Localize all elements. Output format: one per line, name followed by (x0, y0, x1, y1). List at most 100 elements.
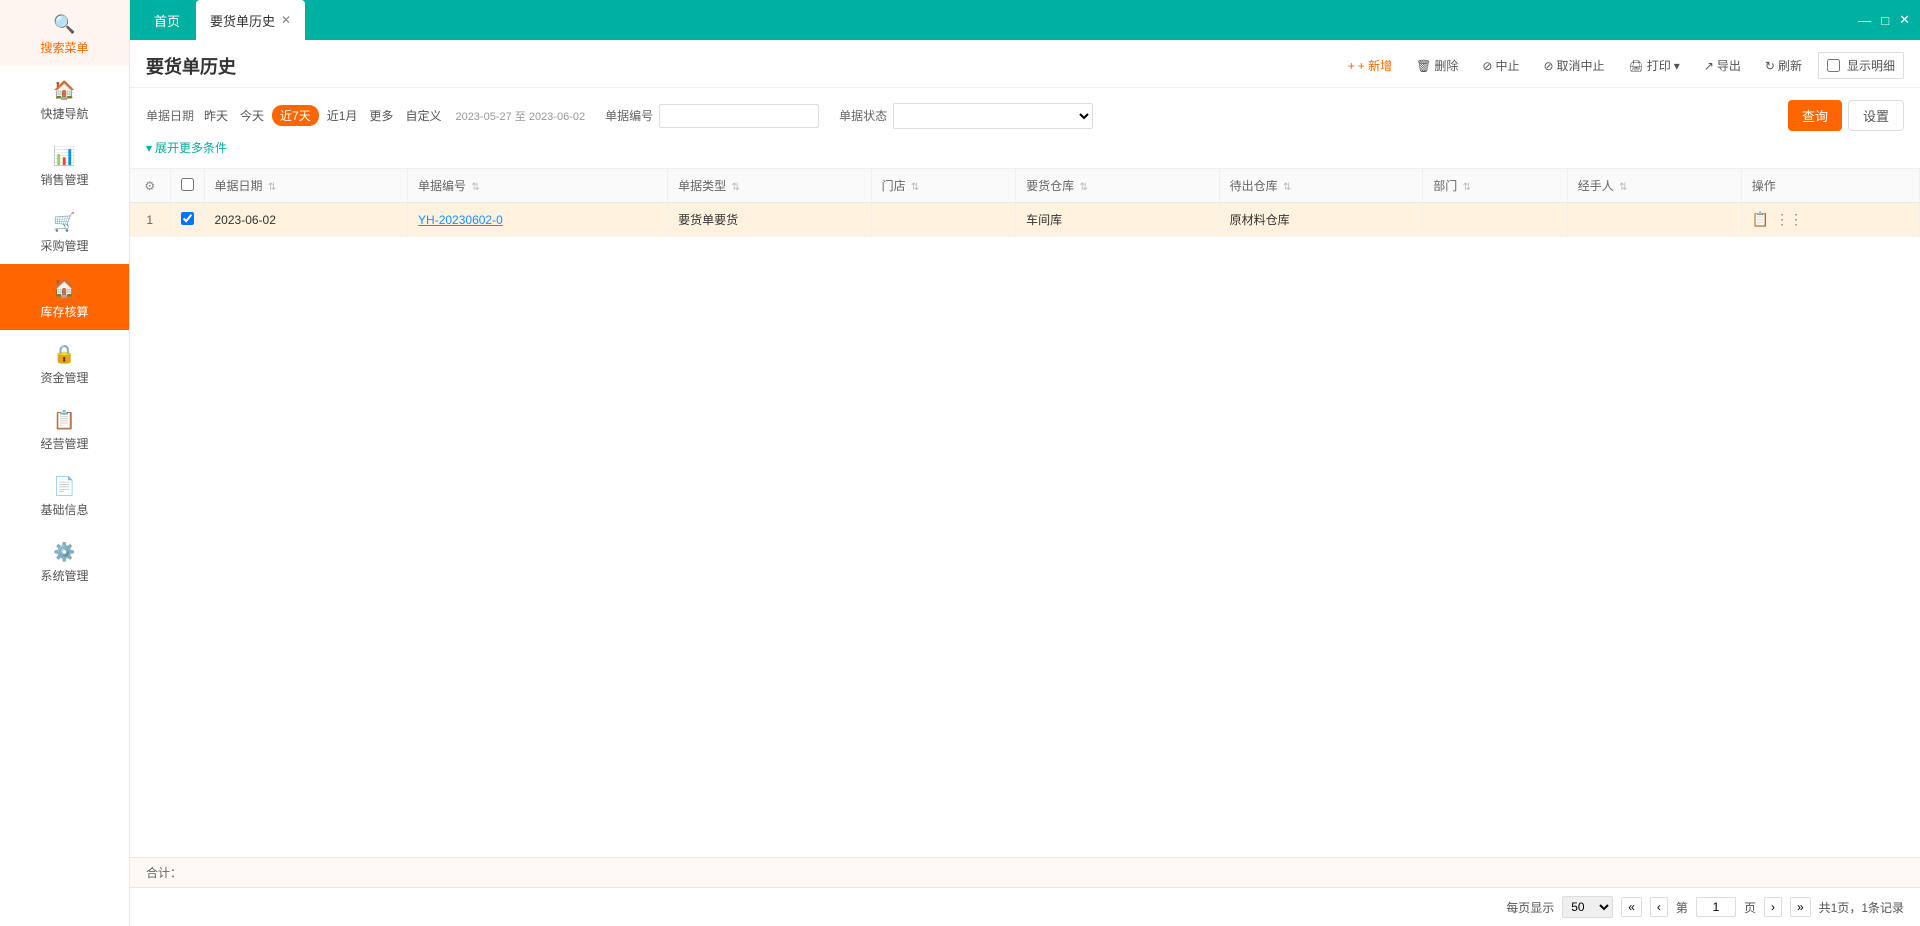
row-handler (1567, 203, 1741, 237)
delete-icon: 🗑 (1416, 59, 1431, 73)
tab-home[interactable]: 首页 (140, 0, 194, 40)
prev-page-btn[interactable]: ‹ (1650, 897, 1668, 917)
header-row: ⚙ 单据日期 ⇅ 单据编号 ⇅ (130, 169, 1920, 203)
page-suffix: 页 (1744, 899, 1756, 916)
window-maximize-btn[interactable]: □ (1881, 13, 1889, 28)
next-page-btn[interactable]: › (1764, 897, 1782, 917)
toolbar: + + 新增 🗑 删除 ⊘ 中止 ⊘ 取消中止 (1340, 52, 1904, 79)
display-detail-button[interactable]: 显示明细 (1818, 52, 1904, 79)
per-page-label: 每页显示 (1506, 899, 1554, 916)
sidebar-label-search: 搜索菜单 (40, 39, 88, 56)
doc-no-link[interactable]: YH-20230602-0 (418, 213, 503, 227)
sort-doc-no-icon[interactable]: ⇅ (471, 182, 479, 193)
stop-button[interactable]: ⊘ 中止 (1474, 53, 1527, 78)
tab-requisition-history[interactable]: 要货单历史 ✕ (196, 0, 305, 40)
export-button[interactable]: ↗ 导出 (1696, 53, 1749, 78)
select-all-checkbox[interactable] (181, 178, 194, 191)
row-req-warehouse: 车间库 (1016, 203, 1220, 237)
sort-department-icon[interactable]: ⇅ (1463, 182, 1471, 193)
inventory-icon: 🏠 (53, 278, 75, 299)
page-number-input[interactable] (1696, 897, 1736, 917)
shortcut-more[interactable]: 更多 (365, 105, 397, 126)
expand-filter-btn[interactable]: ▾ 展开更多条件 (146, 139, 1904, 156)
sidebar-label-system: 系统管理 (40, 567, 88, 584)
date-filter: 单据日期 昨天 今天 近7天 近1月 更多 自定义 2023-05-27 至 2… (146, 105, 585, 126)
query-button[interactable]: 查询 (1788, 100, 1842, 131)
first-page-btn[interactable]: « (1621, 897, 1642, 917)
settings-button[interactable]: 设置 (1848, 100, 1904, 131)
col-doc-no: 单据编号 ⇅ (408, 169, 668, 203)
sort-doc-type-icon[interactable]: ⇅ (731, 182, 739, 193)
sidebar-label-quick-nav: 快捷导航 (40, 105, 88, 122)
display-detail-checkbox[interactable] (1827, 59, 1840, 72)
sidebar-item-search[interactable]: 🔍 搜索菜单 (0, 0, 129, 66)
sidebar-label-operations: 经营管理 (40, 435, 88, 452)
date-shortcuts: 昨天 今天 近7天 近1月 更多 自定义 (200, 105, 445, 126)
topbar: 首页 要货单历史 ✕ — □ ✕ (130, 0, 1920, 40)
status-label: 单据状态 (839, 107, 887, 124)
row-date: 2023-06-02 (204, 203, 408, 237)
sort-store-icon[interactable]: ⇅ (911, 182, 919, 193)
print-button[interactable]: 🖨 打印 ▾ (1621, 53, 1688, 78)
page-content: 要货单历史 + + 新增 🗑 删除 ⊘ 中止 ⊘ (130, 40, 1920, 926)
last-page-btn[interactable]: » (1790, 897, 1811, 917)
sidebar-item-purchase[interactable]: 🛒 采购管理 (0, 198, 129, 264)
status-select[interactable] (893, 103, 1093, 129)
tab-close-icon[interactable]: ✕ (281, 13, 291, 27)
sidebar-item-finance[interactable]: 🔒 资金管理 (0, 330, 129, 396)
total-label: 合计： (146, 866, 182, 880)
sort-date-icon[interactable]: ⇅ (268, 182, 276, 193)
shortcut-yesterday[interactable]: 昨天 (200, 105, 232, 126)
refresh-icon: ↻ (1765, 59, 1775, 73)
sidebar-item-inventory[interactable]: 🏠 库存核算 (0, 264, 129, 330)
edit-action-icon[interactable]: ⋮⋮ (1775, 211, 1803, 228)
row-doc-no: YH-20230602-0 (408, 203, 668, 237)
sidebar-item-operations[interactable]: 📋 经营管理 (0, 396, 129, 462)
row-store (871, 203, 1016, 237)
doc-no-input[interactable] (659, 104, 819, 128)
sales-icon: 📊 (53, 146, 75, 167)
finance-icon: 🔒 (53, 344, 75, 365)
status-filter: 单据状态 (839, 103, 1093, 129)
doc-no-label: 单据编号 (605, 107, 653, 124)
sidebar-item-sales[interactable]: 📊 销售管理 (0, 132, 129, 198)
sidebar-label-finance: 资金管理 (40, 369, 88, 386)
sidebar-label-basic: 基础信息 (40, 501, 88, 518)
purchase-icon: 🛒 (53, 212, 75, 233)
page-header: 要货单历史 + + 新增 🗑 删除 ⊘ 中止 ⊘ (130, 40, 1920, 88)
shortcut-7days[interactable]: 近7天 (272, 105, 319, 126)
shortcut-custom[interactable]: 自定义 (401, 105, 445, 126)
shortcut-1month[interactable]: 近1月 (323, 105, 362, 126)
sidebar-item-basic[interactable]: 📄 基础信息 (0, 462, 129, 528)
col-pending-warehouse: 待出仓库 ⇅ (1219, 169, 1423, 203)
export-icon: ↗ (1704, 59, 1714, 73)
row-num: 1 (130, 203, 170, 237)
window-minimize-btn[interactable]: — (1858, 13, 1871, 28)
sort-handler-icon[interactable]: ⇅ (1619, 182, 1627, 193)
window-close-btn[interactable]: ✕ (1899, 12, 1910, 28)
col-store: 门店 ⇅ (871, 169, 1016, 203)
table-footer: 合计： (130, 857, 1920, 887)
sidebar-item-system[interactable]: ⚙️ 系统管理 (0, 528, 129, 594)
row-checkbox-cell (170, 203, 204, 237)
sort-pending-warehouse-icon[interactable]: ⇅ (1283, 182, 1291, 193)
cancel-stop-button[interactable]: ⊘ 取消中止 (1535, 53, 1612, 78)
new-button[interactable]: + + 新增 (1340, 53, 1400, 78)
row-checkbox[interactable] (181, 212, 194, 225)
sort-req-warehouse-icon[interactable]: ⇅ (1080, 182, 1088, 193)
delete-button[interactable]: 🗑 删除 (1408, 53, 1466, 78)
view-action-icon[interactable]: 📋 (1752, 211, 1769, 228)
col-doc-type: 单据类型 ⇅ (668, 169, 872, 203)
col-handler: 经手人 ⇅ (1567, 169, 1741, 203)
per-page-select[interactable]: 10 20 50 100 (1562, 896, 1613, 918)
shortcut-today[interactable]: 今天 (236, 105, 268, 126)
basic-icon: 📄 (53, 476, 75, 497)
refresh-button[interactable]: ↻ 刷新 (1757, 53, 1810, 78)
date-range-display: 2023-05-27 至 2023-06-02 (455, 108, 585, 124)
sidebar-item-quick-nav[interactable]: 🏠 快捷导航 (0, 66, 129, 132)
new-icon: + (1348, 59, 1355, 73)
sidebar-label-inventory: 库存核算 (40, 303, 88, 320)
pagination-bar: 每页显示 10 20 50 100 « ‹ 第 页 › » 共1页，1条记录 (130, 887, 1920, 926)
col-settings[interactable]: ⚙ (130, 169, 170, 203)
table-header: ⚙ 单据日期 ⇅ 单据编号 ⇅ (130, 169, 1920, 203)
